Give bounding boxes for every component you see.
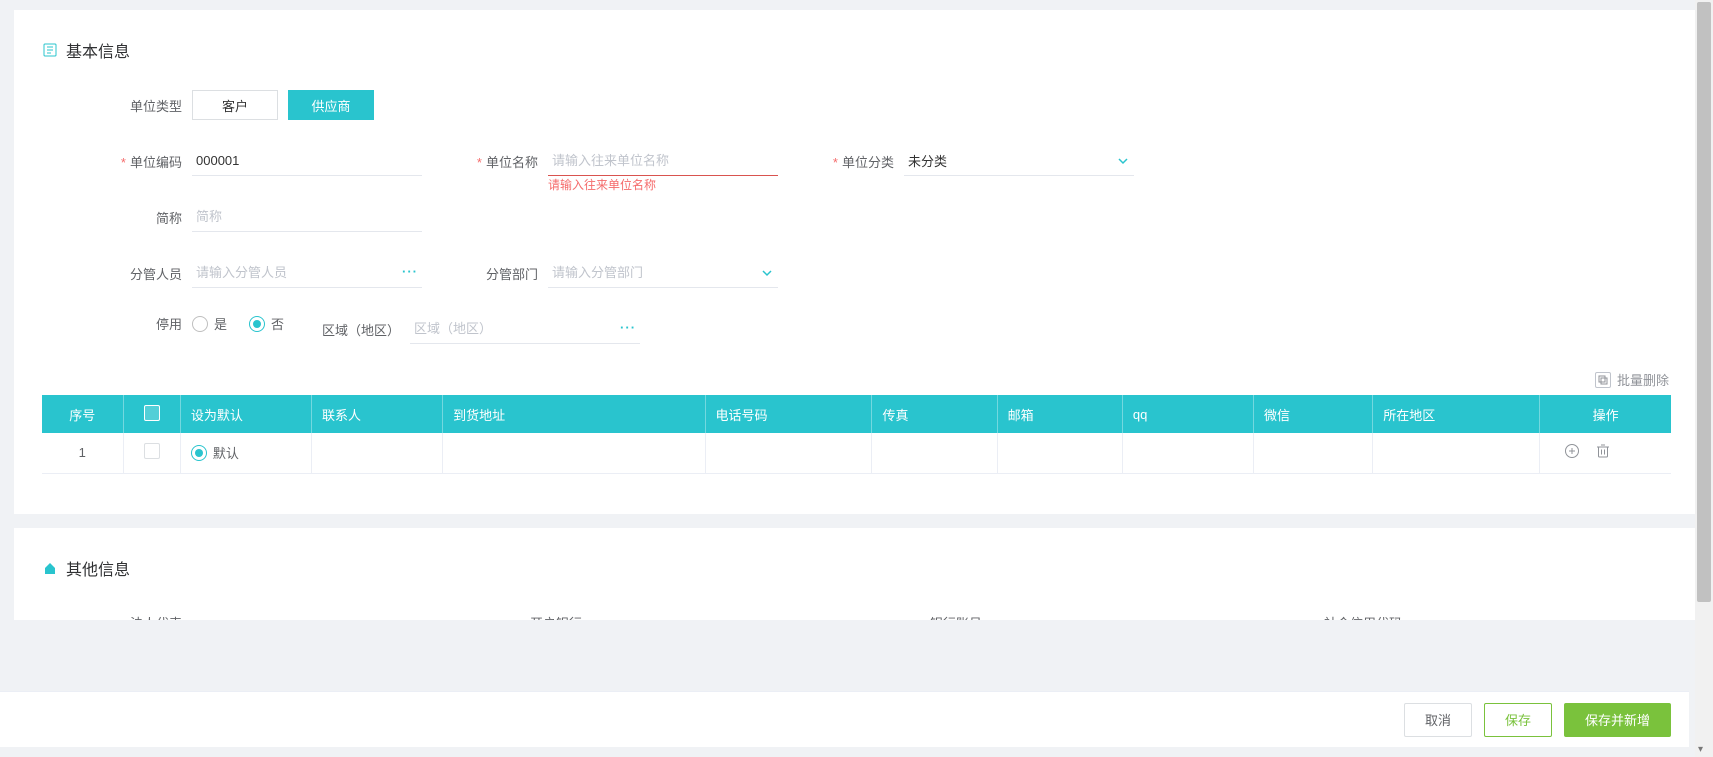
other-info-card: 其他信息 法人代表 开户银行 银行账号 社会信用代码	[14, 528, 1699, 621]
cell-contact[interactable]	[311, 433, 442, 473]
th-phone: 电话号码	[705, 395, 872, 433]
legal-rep-input[interactable]	[192, 608, 422, 621]
unit-category-label: 单位分类	[814, 152, 904, 171]
social-credit-input[interactable]	[1412, 608, 1642, 621]
radio-yes-label: 是	[214, 314, 227, 333]
bank-account-input[interactable]	[992, 608, 1222, 621]
other-info-header: 其他信息	[42, 556, 1671, 580]
unit-name-error: 请输入往来单位名称	[548, 176, 656, 193]
th-index: 序号	[42, 395, 123, 433]
bank-label: 开户银行	[502, 613, 592, 620]
unit-name-label: 单位名称	[458, 152, 548, 171]
scrollbar-thumb[interactable]	[1697, 2, 1711, 602]
vertical-scrollbar[interactable]: ▴ ▾	[1695, 0, 1713, 757]
disabled-label: 停用	[102, 314, 192, 333]
th-contact: 联系人	[311, 395, 442, 433]
disabled-radio-group: 是 否	[192, 314, 284, 333]
basic-info-title: 基本信息	[66, 38, 130, 62]
radio-no-label: 否	[271, 314, 284, 333]
cell-qq[interactable]	[1122, 433, 1253, 473]
cell-phone[interactable]	[705, 433, 872, 473]
short-name-label: 简称	[102, 208, 192, 227]
basic-info-header: 基本信息	[42, 38, 1671, 62]
assigned-dept-select[interactable]	[548, 258, 778, 288]
bank-input[interactable]	[592, 608, 822, 621]
th-checkbox[interactable]	[123, 395, 180, 433]
region-input[interactable]	[410, 314, 640, 344]
th-default: 设为默认	[180, 395, 311, 433]
cell-fax[interactable]	[872, 433, 997, 473]
th-wechat: 微信	[1254, 395, 1373, 433]
unit-code-label: 单位编码	[102, 152, 192, 171]
save-and-new-button[interactable]: 保存并新增	[1564, 703, 1671, 737]
unit-type-customer-button[interactable]: 客户	[192, 90, 278, 120]
region-label: 区域（地区）	[320, 320, 410, 339]
th-delivery-addr: 到货地址	[443, 395, 705, 433]
page-scroll-area[interactable]: 基本信息 单位类型 客户 供应商 单位编码	[0, 0, 1713, 620]
batch-delete-button[interactable]: 批量删除	[1617, 370, 1669, 389]
default-radio-label: 默认	[213, 443, 239, 462]
cell-index: 1	[42, 433, 123, 473]
unit-type-toggle: 客户 供应商	[192, 90, 374, 120]
more-icon[interactable]: ···	[620, 320, 636, 335]
unit-code-input[interactable]	[192, 146, 422, 176]
th-qq: qq	[1122, 395, 1253, 433]
social-credit-label: 社会信用代码	[1302, 613, 1412, 620]
cell-location[interactable]	[1373, 433, 1540, 473]
cell-checkbox[interactable]	[123, 433, 180, 473]
other-info-title: 其他信息	[66, 556, 130, 580]
assigned-person-input[interactable]	[192, 258, 422, 288]
footer-action-bar: 取消 保存 保存并新增	[0, 691, 1689, 747]
cell-wechat[interactable]	[1254, 433, 1373, 473]
scroll-down-icon[interactable]: ▾	[1698, 744, 1703, 755]
assigned-dept-label: 分管部门	[458, 264, 548, 283]
add-row-icon[interactable]	[1564, 443, 1580, 459]
bank-account-label: 银行账号	[902, 613, 992, 620]
table-toolbar: 批量删除	[42, 370, 1671, 389]
unit-type-supplier-button[interactable]: 供应商	[288, 90, 374, 120]
cancel-button[interactable]: 取消	[1404, 703, 1472, 737]
th-location: 所在地区	[1373, 395, 1540, 433]
other-form: 法人代表 开户银行 银行账号 社会信用代码	[42, 608, 1671, 621]
copy-icon[interactable]	[1595, 372, 1611, 388]
unit-category-select[interactable]	[904, 146, 1134, 176]
disabled-yes-radio[interactable]: 是	[192, 314, 227, 333]
save-button[interactable]: 保存	[1484, 703, 1552, 737]
cell-default[interactable]: 默认	[180, 433, 311, 473]
basic-form: 单位类型 客户 供应商 单位编码 单位名称	[42, 90, 1671, 344]
legal-rep-label: 法人代表	[102, 613, 192, 620]
th-fax: 传真	[872, 395, 997, 433]
th-operation: 操作	[1540, 395, 1671, 433]
cell-email[interactable]	[997, 433, 1122, 473]
short-name-input[interactable]	[192, 202, 422, 232]
cell-operation	[1540, 433, 1671, 473]
table-row: 1 默认	[42, 433, 1671, 473]
disabled-no-radio[interactable]: 否	[249, 314, 284, 333]
delete-row-icon[interactable]	[1596, 443, 1610, 459]
assigned-person-label: 分管人员	[102, 264, 192, 283]
cell-delivery-addr[interactable]	[443, 433, 705, 473]
home-icon	[42, 560, 58, 576]
contacts-table: 序号 设为默认 联系人 到货地址 电话号码 传真 邮箱 qq 微信 所在地区 操…	[42, 395, 1671, 474]
table-header-row: 序号 设为默认 联系人 到货地址 电话号码 传真 邮箱 qq 微信 所在地区 操…	[42, 395, 1671, 433]
more-icon[interactable]: ···	[402, 264, 418, 279]
th-email: 邮箱	[997, 395, 1122, 433]
basic-info-card: 基本信息 单位类型 客户 供应商 单位编码	[14, 10, 1699, 514]
unit-type-label: 单位类型	[102, 96, 192, 115]
form-icon	[42, 42, 58, 58]
unit-name-input[interactable]	[548, 146, 778, 176]
